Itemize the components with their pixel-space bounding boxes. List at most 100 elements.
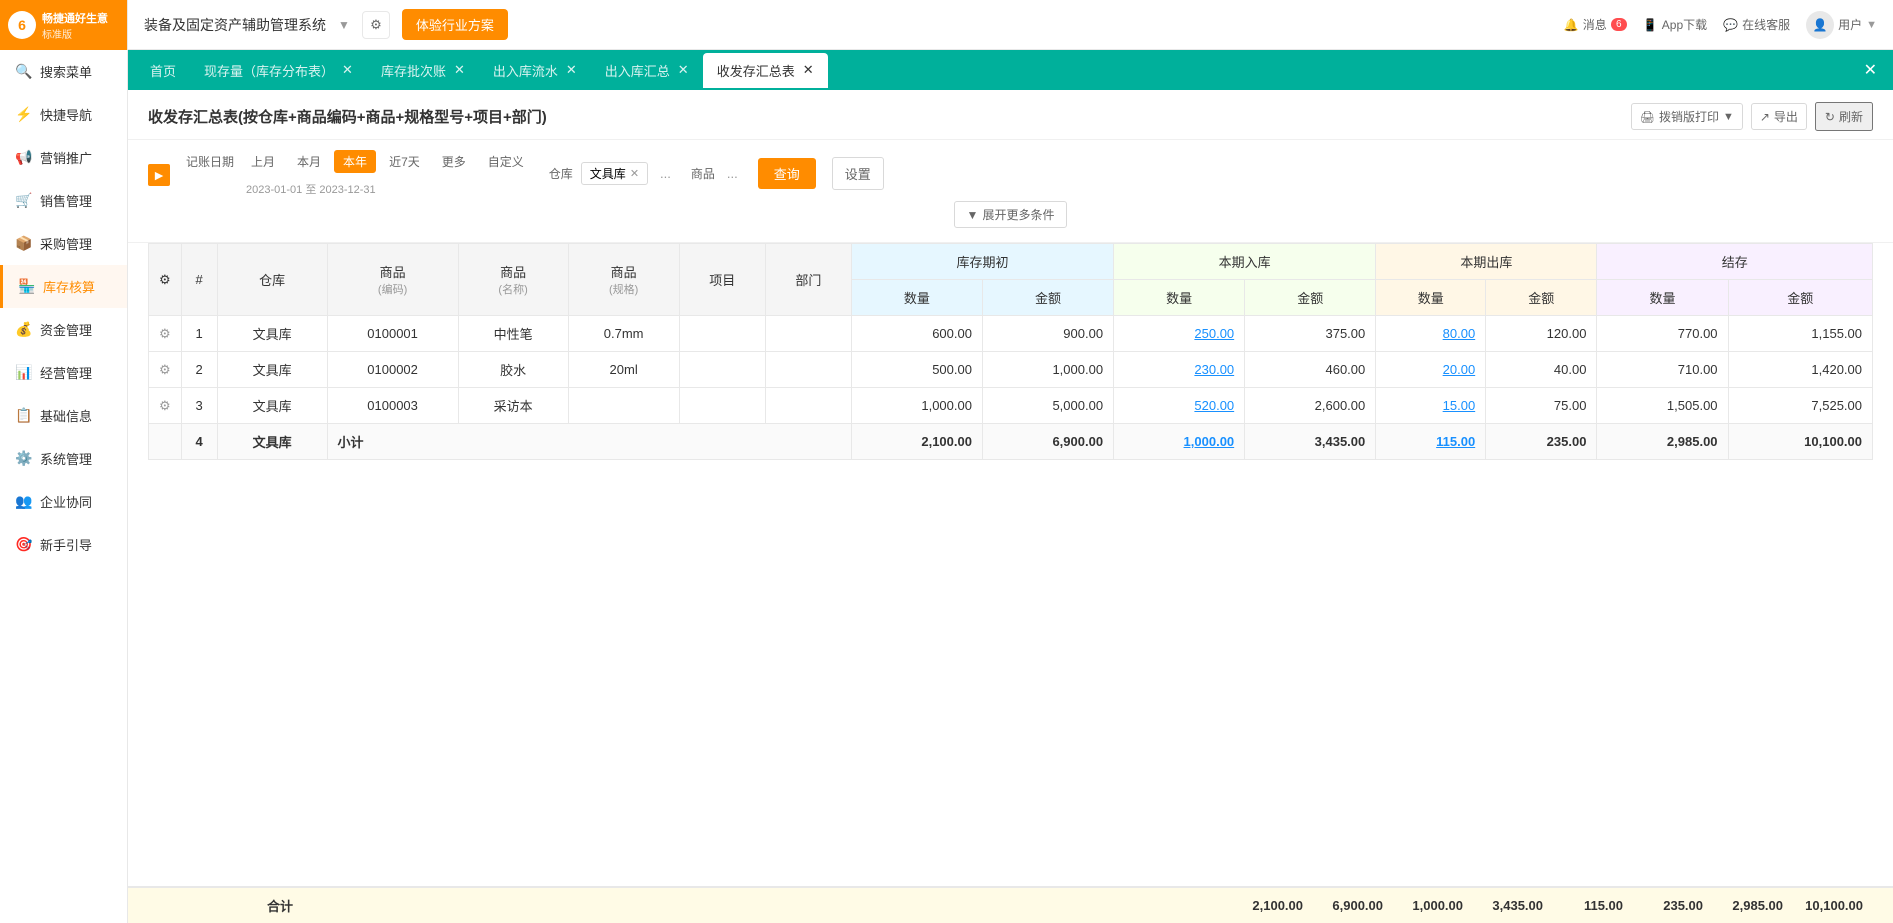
- row2-out-qty[interactable]: 20.00: [1376, 352, 1486, 388]
- tabbar-close-all-button[interactable]: ✕: [1856, 56, 1885, 84]
- sidebar: 6 畅捷通好生意 标准版 🔍 搜索菜单 ⚡ 快捷导航 📢 营销推广 🛒 销售管理…: [0, 0, 128, 923]
- row3-gear[interactable]: ⚙: [149, 388, 182, 424]
- sidebar-item-guide[interactable]: 🎯 新手引导: [0, 523, 127, 566]
- footer-out-qty: 115.00: [1553, 898, 1633, 913]
- warehouse-tag-close[interactable]: ✕: [630, 167, 639, 180]
- row1-out-qty[interactable]: 80.00: [1376, 316, 1486, 352]
- app-download-button[interactable]: 📱 App下载: [1643, 16, 1707, 33]
- col-gear-header[interactable]: ⚙: [149, 244, 182, 316]
- print-button[interactable]: 🖨 拨销版打印 ▼: [1631, 103, 1743, 130]
- row3-balance-qty: 1,505.00: [1597, 388, 1728, 424]
- row3-out-qty[interactable]: 15.00: [1376, 388, 1486, 424]
- date-btn-more[interactable]: 更多: [433, 150, 475, 173]
- tab-inventory-dist-close[interactable]: ✕: [342, 62, 353, 78]
- row1-project: [679, 316, 765, 352]
- goods-filter-dots[interactable]: ...: [723, 166, 742, 181]
- user-menu[interactable]: 👤 用户 ▼: [1806, 11, 1877, 39]
- page-header-actions: 🖨 拨销版打印 ▼ ↗ 导出 ↻ 刷新: [1631, 102, 1873, 131]
- filter-main-row: ► 记账日期 上月 本月 本年 近7天 更多 自定义: [148, 150, 1873, 197]
- app-download-label: App下载: [1662, 16, 1707, 33]
- sidebar-item-basic-info[interactable]: 📋 基础信息: [0, 394, 127, 437]
- sidebar-item-quick-nav[interactable]: ⚡ 快捷导航: [0, 93, 127, 136]
- sidebar-item-label: 经营管理: [40, 363, 92, 382]
- date-btn-7days[interactable]: 近7天: [380, 150, 429, 173]
- warehouse-filter-dots[interactable]: ...: [656, 166, 675, 181]
- tab-inventory-dist[interactable]: 现存量（库存分布表） ✕: [190, 53, 367, 88]
- tab-in-out-summary-close[interactable]: ✕: [678, 62, 689, 78]
- row1-opening-qty: 600.00: [851, 316, 982, 352]
- date-btn-this-month[interactable]: 本月: [288, 150, 330, 173]
- expand-conditions-button[interactable]: ▼ 展开更多条件: [954, 201, 1068, 228]
- query-button[interactable]: 查询: [758, 158, 816, 189]
- row3-out-amt: 75.00: [1486, 388, 1597, 424]
- subtotal-out-qty[interactable]: 115.00: [1376, 424, 1486, 460]
- row2-balance-amt: 1,420.00: [1728, 352, 1872, 388]
- footer-out-amt: 235.00: [1633, 898, 1713, 913]
- trial-button[interactable]: 体验行业方案: [402, 9, 508, 40]
- sidebar-item-purchase[interactable]: 📦 采购管理: [0, 222, 127, 265]
- sidebar-item-label: 企业协同: [40, 492, 92, 511]
- tab-in-out-summary[interactable]: 出入库汇总 ✕: [591, 53, 703, 88]
- subtotal-in-qty[interactable]: 1,000.00: [1114, 424, 1245, 460]
- row2-balance-qty: 710.00: [1597, 352, 1728, 388]
- subtotal-balance-amt: 10,100.00: [1728, 424, 1872, 460]
- tab-recv-send-summary-close[interactable]: ✕: [803, 62, 814, 78]
- user-label: 用户: [1838, 16, 1862, 33]
- system-dropdown[interactable]: ▼: [338, 18, 350, 32]
- col-period-in-header: 本期入库: [1114, 244, 1376, 280]
- row1-balance-qty: 770.00: [1597, 316, 1728, 352]
- logo-icon: 6: [8, 11, 36, 39]
- tab-home[interactable]: 首页: [136, 53, 190, 88]
- subtotal-label: 小计: [327, 424, 851, 460]
- export-icon: ↗: [1760, 110, 1770, 124]
- row1-in-qty[interactable]: 250.00: [1114, 316, 1245, 352]
- col-index-header: #: [181, 244, 217, 316]
- warehouse-tag: 文具库 ✕: [581, 162, 648, 185]
- tab-in-out-flow-close[interactable]: ✕: [566, 62, 577, 78]
- tab-in-out-flow[interactable]: 出入库流水 ✕: [479, 53, 591, 88]
- row1-gear[interactable]: ⚙: [149, 316, 182, 352]
- online-service-button[interactable]: 💬 在线客服: [1723, 16, 1790, 33]
- row2-in-qty[interactable]: 230.00: [1114, 352, 1245, 388]
- tab-inventory-dist-label: 现存量（库存分布表）: [204, 61, 334, 80]
- date-btn-last-month[interactable]: 上月: [242, 150, 284, 173]
- sidebar-item-finance[interactable]: 💰 资金管理: [0, 308, 127, 351]
- tab-batch-ledger[interactable]: 库存批次账 ✕: [367, 53, 479, 88]
- filter-setting-button[interactable]: 设置: [832, 157, 884, 190]
- sidebar-item-sales[interactable]: 🛒 销售管理: [0, 179, 127, 222]
- col-balance-qty: 数量: [1597, 280, 1728, 316]
- tab-recv-send-summary[interactable]: 收发存汇总表 ✕: [703, 53, 828, 88]
- sidebar-item-operations[interactable]: 📊 经营管理: [0, 351, 127, 394]
- sidebar-item-search[interactable]: 🔍 搜索菜单: [0, 50, 127, 93]
- logo-text-line1: 畅捷通好生意: [42, 10, 108, 26]
- date-btn-custom[interactable]: 自定义: [479, 150, 533, 173]
- sidebar-item-enterprise[interactable]: 👥 企业协同: [0, 480, 127, 523]
- tabbar: 首页 现存量（库存分布表） ✕ 库存批次账 ✕ 出入库流水 ✕ 出入库汇总 ✕ …: [128, 50, 1893, 90]
- subtotal-out-amt: 235.00: [1486, 424, 1597, 460]
- refresh-button[interactable]: ↻ 刷新: [1815, 102, 1873, 131]
- sidebar-item-system[interactable]: ⚙️ 系统管理: [0, 437, 127, 480]
- row2-out-amt: 40.00: [1486, 352, 1597, 388]
- row1-in-amt: 375.00: [1245, 316, 1376, 352]
- operations-icon: 📊: [16, 365, 32, 381]
- tab-batch-ledger-label: 库存批次账: [381, 61, 446, 80]
- bell-icon: 🔔: [1564, 18, 1579, 32]
- row1-goods-name: 中性笔: [458, 316, 568, 352]
- page-title: 收发存汇总表(按仓库+商品编码+商品+规格型号+项目+部门): [148, 106, 547, 127]
- settings-gear-button[interactable]: ⚙: [362, 11, 390, 39]
- col-warehouse-header: 仓库: [217, 244, 327, 316]
- export-button[interactable]: ↗ 导出: [1751, 103, 1807, 130]
- date-btn-this-year[interactable]: 本年: [334, 150, 376, 173]
- chevron-down-icon: ▼: [338, 18, 350, 32]
- collapse-button[interactable]: ►: [148, 164, 170, 186]
- row3-in-qty[interactable]: 520.00: [1114, 388, 1245, 424]
- tab-batch-ledger-close[interactable]: ✕: [454, 62, 465, 78]
- col-in-qty: 数量: [1114, 280, 1245, 316]
- sidebar-item-inventory[interactable]: 🏪 库存核算: [0, 265, 127, 308]
- col-opening-qty: 数量: [851, 280, 982, 316]
- topbar-left: 装备及固定资产辅助管理系统 ▼ ⚙ 体验行业方案: [144, 9, 508, 40]
- row3-goods-code: 0100003: [327, 388, 458, 424]
- sidebar-item-marketing[interactable]: 📢 营销推广: [0, 136, 127, 179]
- row2-gear[interactable]: ⚙: [149, 352, 182, 388]
- messages-button[interactable]: 🔔 消息 6: [1564, 16, 1627, 33]
